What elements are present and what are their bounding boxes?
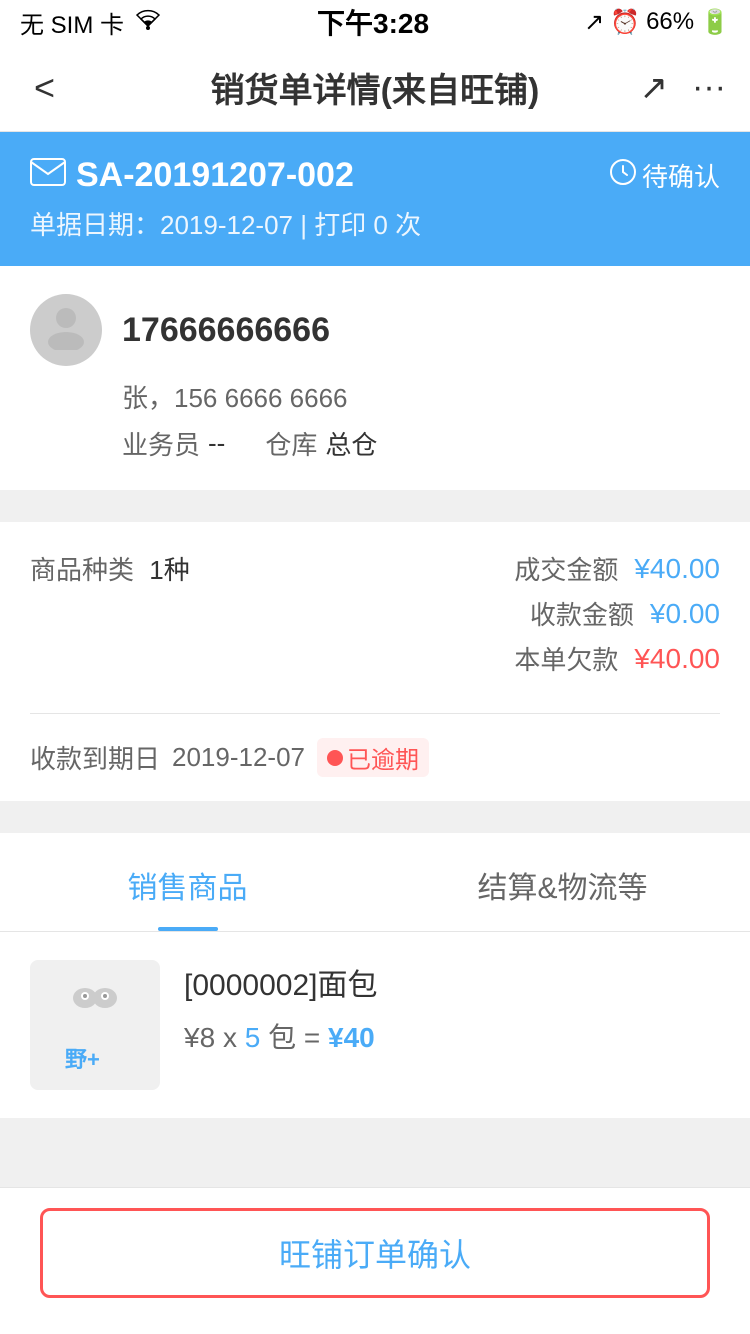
order-id-text: SA-20191207-002 (76, 156, 354, 195)
status-bar: 无 SIM 卡 下午3:28 ↗ ⏰ 66% 🔋 (0, 0, 750, 44)
tab-sales-label: 销售商品 (128, 872, 248, 905)
product-price-formula: ¥8 x 5 包 = ¥40 (184, 1016, 720, 1056)
more-button[interactable]: ··· (692, 68, 726, 107)
stats-section: 商品种类 1种 成交金额 ¥40.00 收款金额 ¥0.00 本单欠款 ¥40.… (0, 522, 750, 801)
balance-label: 本单欠款 (514, 640, 618, 677)
customer-phone: 17666666666 (122, 311, 330, 350)
warehouse-item: 仓库 总仓 (265, 425, 377, 462)
quantity: 5 (245, 1022, 261, 1053)
status-right: ↗ ⏰ 66% 🔋 (584, 8, 730, 37)
confirm-button-label: 旺铺订单确认 (279, 1230, 471, 1276)
order-header: SA-20191207-002 待确认 单据日期：2019-12-07 | 打印… (0, 132, 750, 266)
multiply-sign: x (223, 1022, 245, 1053)
balance-row: 本单欠款 ¥40.00 (514, 640, 720, 677)
tab-settlement[interactable]: 结算&物流等 (375, 833, 750, 931)
amounts-info: 成交金额 ¥40.00 收款金额 ¥0.00 本单欠款 ¥40.00 (514, 550, 720, 685)
salesperson-value: -- (208, 428, 225, 459)
nav-right-actions: ↗ ··· (640, 68, 726, 108)
amount-row: 成交金额 ¥40.00 (514, 550, 720, 587)
overdue-dot-icon (327, 750, 343, 766)
wifi-icon (134, 8, 162, 37)
tabs-container: 销售商品 结算&物流等 (0, 833, 750, 932)
sim-status: 无 SIM 卡 (20, 5, 124, 40)
salesperson-label: 业务员 (122, 425, 200, 462)
overdue-text: 已逾期 (347, 740, 419, 775)
avatar-icon (41, 300, 91, 361)
balance-value: ¥40.00 (634, 643, 720, 675)
due-date-value: 2019-12-07 (172, 742, 305, 773)
received-value: ¥0.00 (650, 598, 720, 630)
product-title: 面包 (317, 969, 377, 1002)
product-logo-icon (65, 976, 125, 1038)
salesperson-item: 业务员 -- (122, 425, 225, 462)
product-code: [0000002] (184, 969, 317, 1002)
category-value: 1种 (149, 555, 189, 585)
product-logo: 野+ (65, 976, 125, 1074)
amount-label: 成交金额 (514, 550, 618, 587)
battery-icon: 🔋 (700, 8, 730, 37)
order-date: 单据日期：2019-12-07 | 打印 0 次 (30, 205, 720, 242)
category-label: 商品种类 (30, 555, 134, 585)
received-row: 收款金额 ¥0.00 (514, 595, 720, 632)
battery-text: 66% (646, 8, 694, 36)
warehouse-value: 总仓 (325, 425, 377, 462)
equals-sign: = (304, 1022, 328, 1053)
nav-bar: < 销货单详情(来自旺铺) ↗ ··· (0, 44, 750, 132)
product-logo-text: 野+ (65, 1042, 125, 1074)
customer-section: 17666666666 张，156 6666 6666 业务员 -- 仓库 总仓 (0, 266, 750, 490)
customer-avatar (30, 294, 102, 366)
status-time: 下午3:28 (317, 2, 429, 42)
tab-settlement-label: 结算&物流等 (477, 872, 647, 905)
order-envelope-icon (30, 156, 66, 195)
share-button[interactable]: ↗ (640, 68, 669, 108)
overdue-badge: 已逾期 (317, 738, 429, 777)
warehouse-label: 仓库 (265, 425, 317, 462)
due-date-section: 收款到期日 2019-12-07 已逾期 (0, 714, 750, 801)
customer-meta: 业务员 -- 仓库 总仓 (30, 425, 720, 462)
due-date-label: 收款到期日 (30, 739, 160, 776)
alarm-icon: ⏰ (610, 8, 640, 37)
status-text: 待确认 (642, 157, 720, 194)
amount-value: ¥40.00 (634, 553, 720, 585)
product-section: 野+ [0000002]面包 ¥8 x 5 包 = ¥40 (0, 932, 750, 1118)
product-item: 野+ [0000002]面包 ¥8 x 5 包 = ¥40 (30, 960, 720, 1090)
customer-name: 张，156 6666 6666 (30, 378, 720, 415)
unit-price: ¥8 (184, 1022, 215, 1053)
section-divider-1 (0, 506, 750, 522)
order-status: 待确认 (610, 157, 720, 194)
bottom-bar: 旺铺订单确认 (0, 1187, 750, 1334)
unit: 包 (268, 1022, 296, 1053)
tab-sales-products[interactable]: 销售商品 (0, 833, 375, 931)
product-image: 野+ (30, 960, 160, 1090)
status-left: 无 SIM 卡 (20, 5, 162, 40)
order-id: SA-20191207-002 (30, 156, 354, 195)
location-icon: ↗ (584, 8, 604, 37)
product-name: [0000002]面包 (184, 960, 720, 1004)
back-button[interactable]: < (24, 57, 65, 119)
total-price: ¥40 (328, 1022, 375, 1053)
category-info: 商品种类 1种 (30, 550, 190, 587)
received-label: 收款金额 (530, 595, 634, 632)
clock-icon (610, 159, 636, 192)
page-title: 销货单详情(来自旺铺) (211, 63, 540, 112)
product-details: [0000002]面包 ¥8 x 5 包 = ¥40 (184, 960, 720, 1056)
confirm-order-button[interactable]: 旺铺订单确认 (40, 1208, 710, 1298)
section-divider-2 (0, 817, 750, 833)
